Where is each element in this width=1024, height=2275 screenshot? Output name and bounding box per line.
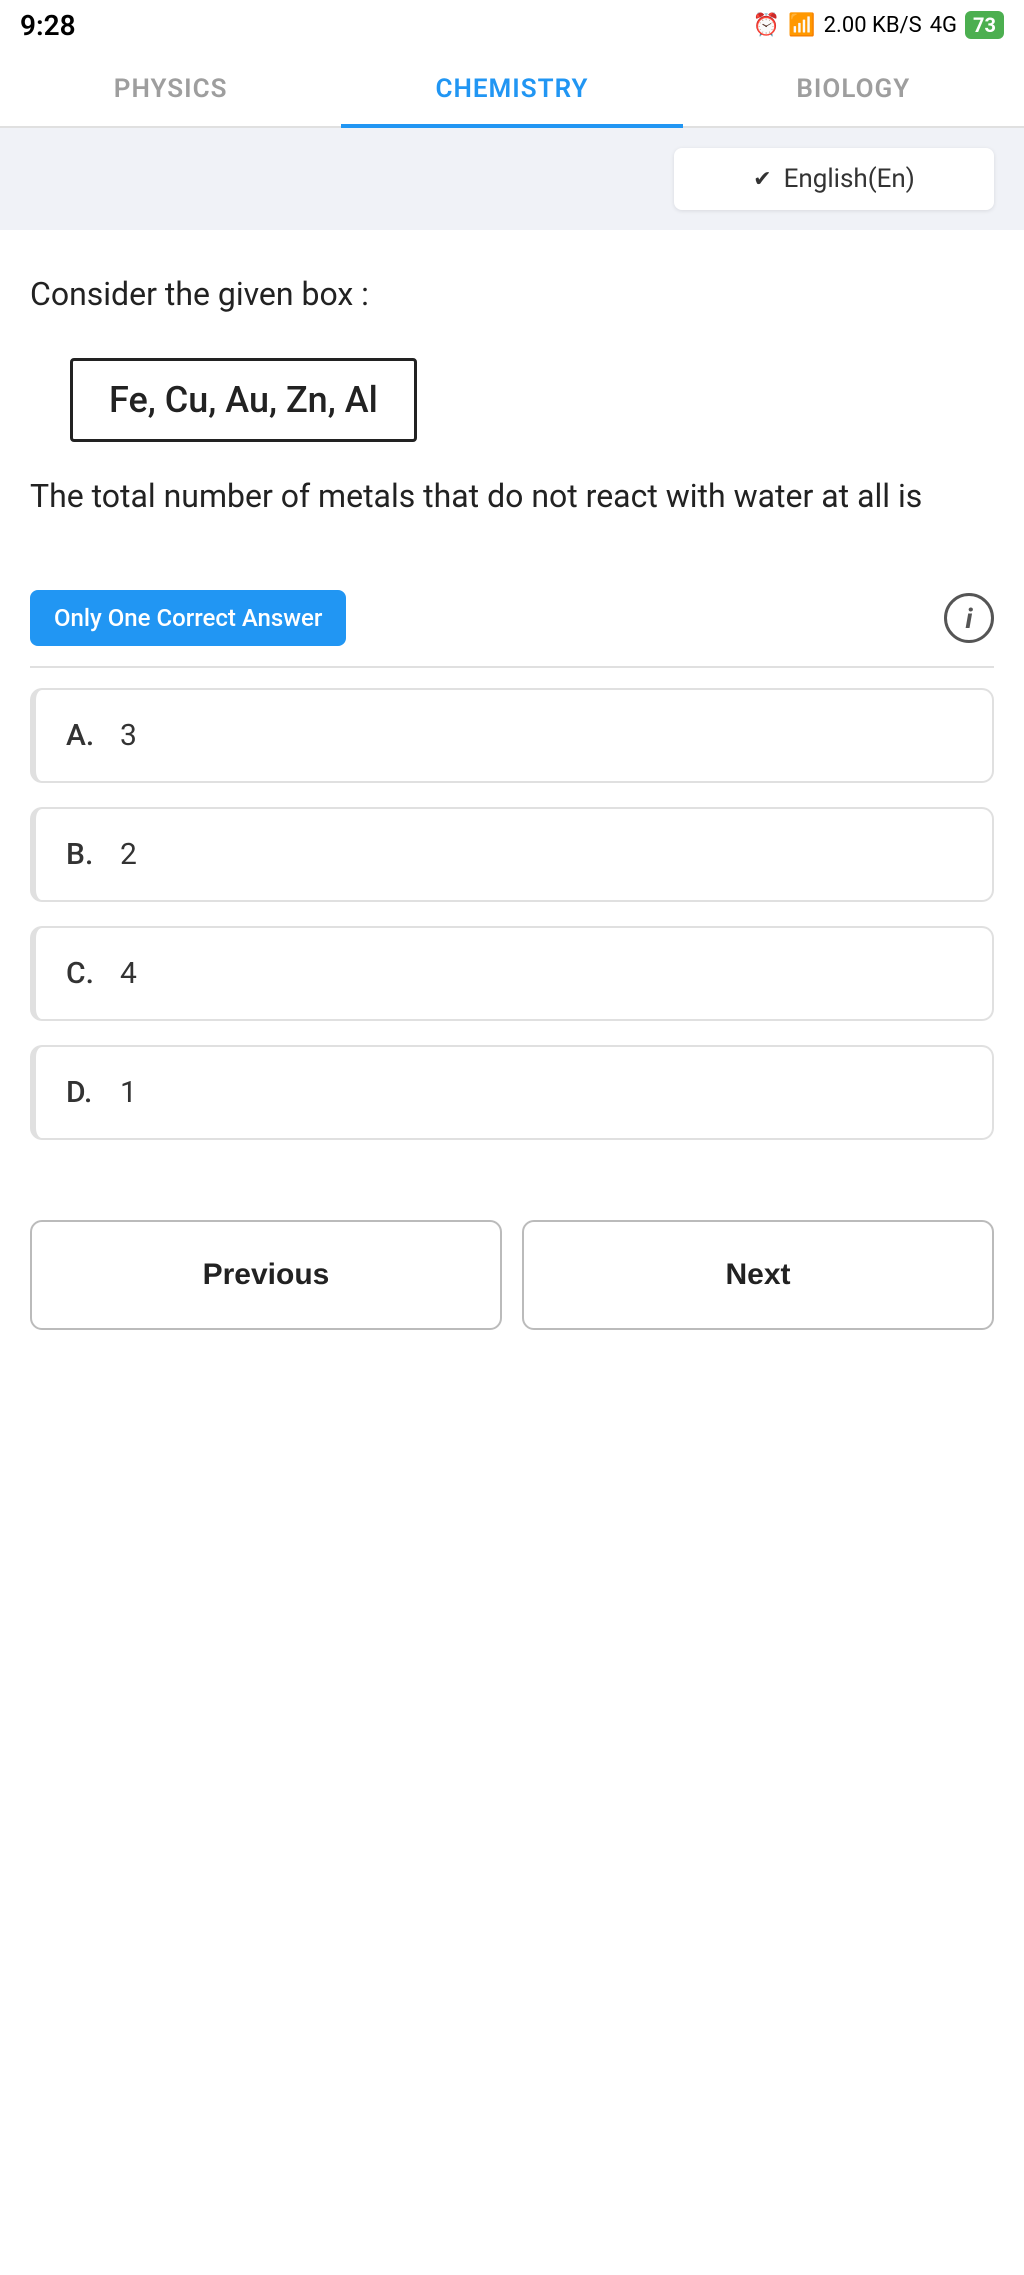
option-c[interactable]: C. 4 <box>30 926 994 1021</box>
chevron-down-icon: ✔ <box>753 167 771 192</box>
tab-bar: PHYSICS CHEMISTRY BIOLOGY <box>0 50 1024 128</box>
battery-level: 73 <box>965 11 1004 39</box>
question-body: The total number of metals that do not r… <box>30 472 994 520</box>
answer-type-row: Only One Correct Answer i <box>0 580 1024 666</box>
option-d-value: 1 <box>120 1075 137 1110</box>
tab-biology[interactable]: BIOLOGY <box>683 50 1024 126</box>
element-box: Fe, Cu, Au, Zn, Al <box>70 358 417 442</box>
option-b[interactable]: B. 2 <box>30 807 994 902</box>
option-a-label: A. <box>66 718 96 753</box>
clock-icon: ⏰ <box>753 13 780 38</box>
options-container: A. 3 B. 2 C. 4 D. 1 <box>0 668 1024 1160</box>
status-time: 9:28 <box>20 9 76 42</box>
tab-physics[interactable]: PHYSICS <box>0 50 341 126</box>
tab-chemistry[interactable]: CHEMISTRY <box>341 50 682 128</box>
option-c-label: C. <box>66 956 96 991</box>
info-icon[interactable]: i <box>944 593 994 643</box>
status-icons: ⏰ 📶 2.00 KB/S 4G 73 <box>753 11 1004 39</box>
option-b-value: 2 <box>120 837 137 872</box>
option-c-value: 4 <box>120 956 137 991</box>
option-d[interactable]: D. 1 <box>30 1045 994 1140</box>
speed-text: 2.00 KB/S <box>824 13 922 38</box>
language-label: English(En) <box>784 164 915 194</box>
language-dropdown[interactable]: ✔ English(En) <box>674 148 994 210</box>
lte-icon: 4G <box>930 13 957 38</box>
previous-button[interactable]: Previous <box>30 1220 502 1330</box>
answer-type-badge: Only One Correct Answer <box>30 590 346 646</box>
signal-icon: 📶 <box>788 13 815 38</box>
language-section: ✔ English(En) <box>0 128 1024 230</box>
next-button[interactable]: Next <box>522 1220 994 1330</box>
question-area: Consider the given box : Fe, Cu, Au, Zn,… <box>0 230 1024 580</box>
option-a-value: 3 <box>120 718 137 753</box>
status-bar: 9:28 ⏰ 📶 2.00 KB/S 4G 73 <box>0 0 1024 50</box>
option-b-label: B. <box>66 837 96 872</box>
option-d-label: D. <box>66 1075 96 1110</box>
nav-buttons: Previous Next <box>0 1180 1024 1370</box>
question-intro: Consider the given box : <box>30 270 994 318</box>
option-a[interactable]: A. 3 <box>30 688 994 783</box>
